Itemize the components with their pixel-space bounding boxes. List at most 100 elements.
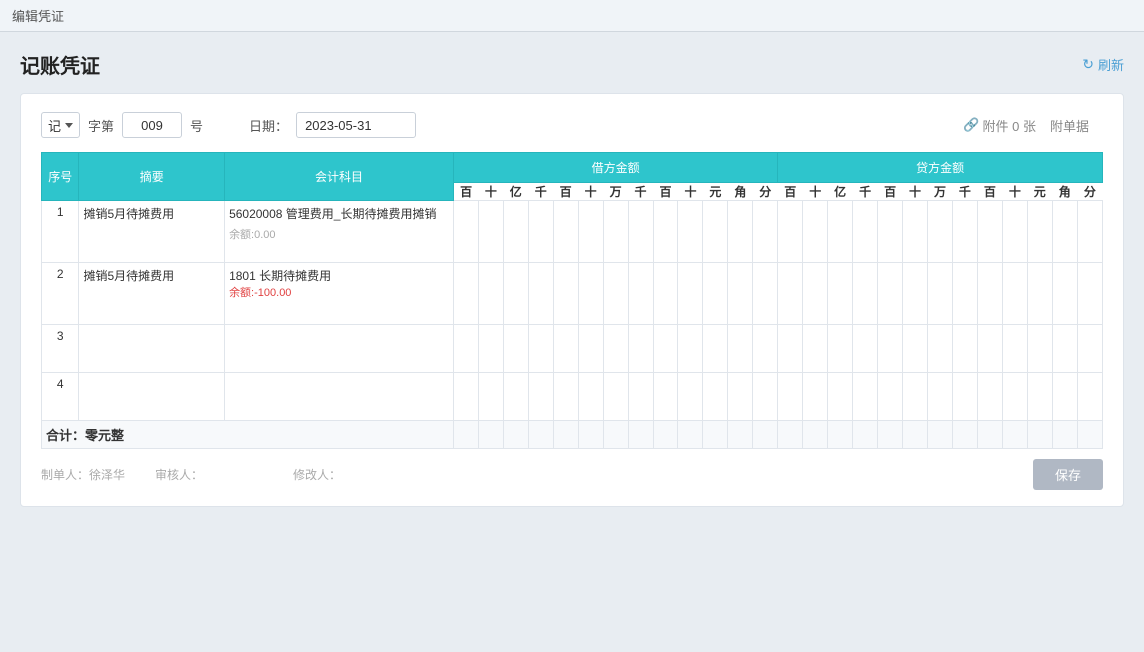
row-4-d13[interactable] xyxy=(753,373,778,421)
row-1-d5[interactable] xyxy=(553,201,578,263)
row-4-d6[interactable] xyxy=(578,373,603,421)
row-1-c7[interactable] xyxy=(928,201,953,263)
row-3-c6[interactable] xyxy=(903,325,928,373)
row-2-c9[interactable] xyxy=(977,263,1002,325)
row-3-d5[interactable] xyxy=(553,325,578,373)
row-2-c3[interactable] xyxy=(828,263,853,325)
row-4-account[interactable] xyxy=(225,373,454,421)
voucher-type-select[interactable]: 记 xyxy=(41,112,80,138)
row-3-summary[interactable] xyxy=(79,325,225,373)
row-2-d7[interactable] xyxy=(603,263,628,325)
row-4-c10[interactable] xyxy=(1002,373,1027,421)
row-2-d10[interactable] xyxy=(678,263,703,325)
row-1-d13[interactable] xyxy=(753,201,778,263)
row-2-c6[interactable] xyxy=(903,263,928,325)
row-3-d10[interactable] xyxy=(678,325,703,373)
row-3-c1[interactable] xyxy=(778,325,803,373)
row-4-d2[interactable] xyxy=(478,373,503,421)
row-2-d12[interactable] xyxy=(728,263,753,325)
row-1-account[interactable]: 56020008 管理费用_长期待摊费用摊销 余额:0.00 xyxy=(225,201,454,263)
row-3-d2[interactable] xyxy=(478,325,503,373)
row-2-d4[interactable] xyxy=(528,263,553,325)
row-4-c3[interactable] xyxy=(828,373,853,421)
row-1-summary[interactable]: 摊销5月待摊费用 xyxy=(79,201,225,263)
row-2-c11[interactable] xyxy=(1027,263,1052,325)
row-4-d1[interactable] xyxy=(453,373,478,421)
row-4-d3[interactable] xyxy=(503,373,528,421)
row-3-c4[interactable] xyxy=(853,325,878,373)
row-3-d8[interactable] xyxy=(628,325,653,373)
row-1-c10[interactable] xyxy=(1002,201,1027,263)
row-2-c2[interactable] xyxy=(803,263,828,325)
row-3-c13[interactable] xyxy=(1077,325,1102,373)
row-2-c7[interactable] xyxy=(928,263,953,325)
row-1-c12[interactable] xyxy=(1052,201,1077,263)
row-3-d12[interactable] xyxy=(728,325,753,373)
row-1-d8[interactable] xyxy=(628,201,653,263)
row-1-c5[interactable] xyxy=(878,201,903,263)
row-4-c8[interactable] xyxy=(952,373,977,421)
row-4-d11[interactable] xyxy=(703,373,728,421)
row-1-c2[interactable] xyxy=(803,201,828,263)
row-2-d1[interactable] xyxy=(453,263,478,325)
row-1-d10[interactable] xyxy=(678,201,703,263)
row-4-c11[interactable] xyxy=(1027,373,1052,421)
row-4-summary[interactable] xyxy=(79,373,225,421)
row-4-d10[interactable] xyxy=(678,373,703,421)
row-4-d12[interactable] xyxy=(728,373,753,421)
row-2-d6[interactable] xyxy=(578,263,603,325)
row-3-d11[interactable] xyxy=(703,325,728,373)
row-3-c8[interactable] xyxy=(952,325,977,373)
row-2-c1[interactable] xyxy=(778,263,803,325)
attachment-link[interactable]: 🔗 附件 0 张 xyxy=(963,116,1036,135)
row-4-d8[interactable] xyxy=(628,373,653,421)
row-3-d6[interactable] xyxy=(578,325,603,373)
row-4-c1[interactable] xyxy=(778,373,803,421)
row-4-d5[interactable] xyxy=(553,373,578,421)
row-1-d3[interactable] xyxy=(503,201,528,263)
row-2-c13[interactable] xyxy=(1077,263,1102,325)
row-4-c12[interactable] xyxy=(1052,373,1077,421)
row-1-d6[interactable] xyxy=(578,201,603,263)
row-1-d9[interactable] xyxy=(653,201,678,263)
row-3-d1[interactable] xyxy=(453,325,478,373)
refresh-button[interactable]: ↻ 刷新 xyxy=(1082,55,1124,74)
row-4-c7[interactable] xyxy=(928,373,953,421)
row-4-c5[interactable] xyxy=(878,373,903,421)
row-3-c3[interactable] xyxy=(828,325,853,373)
row-2-d8[interactable] xyxy=(628,263,653,325)
row-4-d9[interactable] xyxy=(653,373,678,421)
row-3-d4[interactable] xyxy=(528,325,553,373)
row-2-summary[interactable]: 摊销5月待摊费用 xyxy=(79,263,225,325)
row-4-c2[interactable] xyxy=(803,373,828,421)
row-3-c11[interactable] xyxy=(1027,325,1052,373)
row-3-d13[interactable] xyxy=(753,325,778,373)
row-1-d4[interactable] xyxy=(528,201,553,263)
row-1-c3[interactable] xyxy=(828,201,853,263)
save-button[interactable]: 保存 xyxy=(1033,459,1103,490)
row-2-d3[interactable] xyxy=(503,263,528,325)
row-2-d2[interactable] xyxy=(478,263,503,325)
row-3-c5[interactable] xyxy=(878,325,903,373)
row-2-c12[interactable] xyxy=(1052,263,1077,325)
row-1-d7[interactable] xyxy=(603,201,628,263)
row-1-d2[interactable] xyxy=(478,201,503,263)
row-1-d12[interactable] xyxy=(728,201,753,263)
row-3-c9[interactable] xyxy=(977,325,1002,373)
row-2-c4[interactable] xyxy=(853,263,878,325)
row-1-c8[interactable] xyxy=(952,201,977,263)
row-3-c7[interactable] xyxy=(928,325,953,373)
row-4-d7[interactable] xyxy=(603,373,628,421)
row-4-c13[interactable] xyxy=(1077,373,1102,421)
row-2-d9[interactable] xyxy=(653,263,678,325)
row-2-c10[interactable] xyxy=(1002,263,1027,325)
row-1-c4[interactable] xyxy=(853,201,878,263)
row-2-d5[interactable] xyxy=(553,263,578,325)
row-2-c5[interactable] xyxy=(878,263,903,325)
row-4-c9[interactable] xyxy=(977,373,1002,421)
row-1-c6[interactable] xyxy=(903,201,928,263)
row-4-c4[interactable] xyxy=(853,373,878,421)
row-2-account[interactable]: 1801 长期待摊费用 余额:-100.00 xyxy=(225,263,454,325)
row-3-d9[interactable] xyxy=(653,325,678,373)
voucher-number-input[interactable] xyxy=(122,112,182,138)
